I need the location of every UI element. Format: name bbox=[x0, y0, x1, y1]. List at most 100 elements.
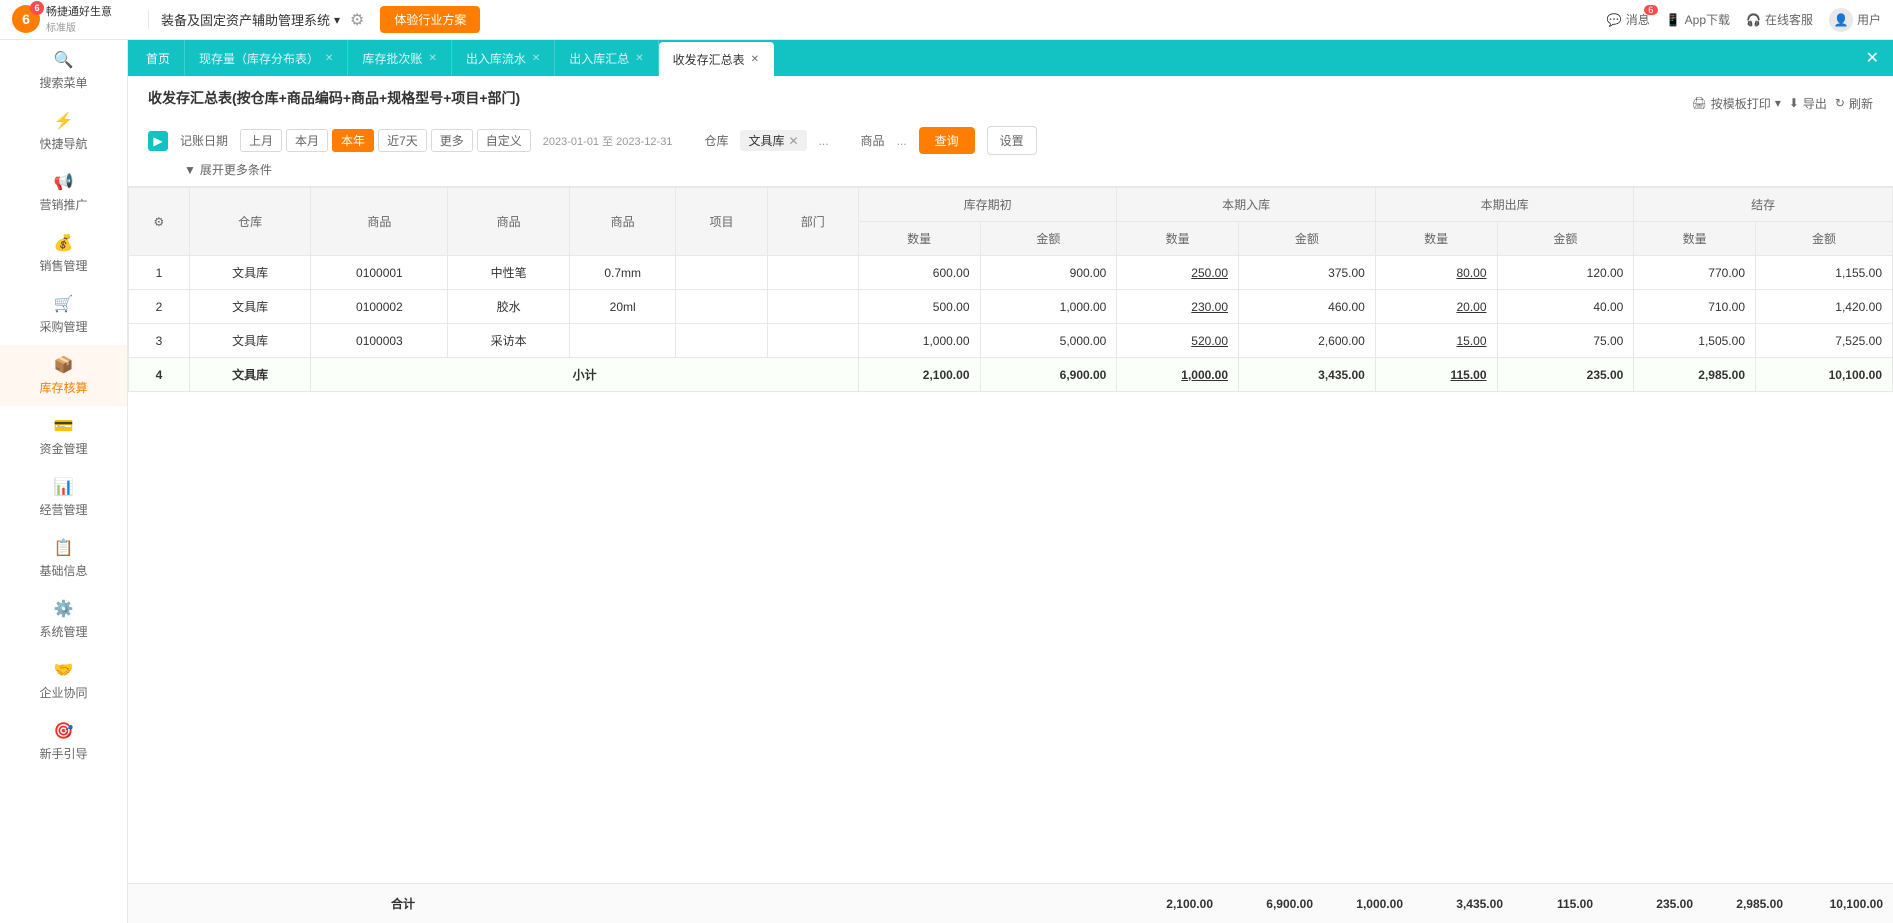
export-icon: ⬇ bbox=[1789, 96, 1799, 110]
expand-more-conditions[interactable]: ▼ 展开更多条件 bbox=[148, 155, 1873, 186]
row1-name: 中性笔 bbox=[448, 256, 570, 290]
settings-icon[interactable]: ⚙ bbox=[350, 10, 364, 30]
col-header-project: 项目 bbox=[676, 188, 767, 256]
sidebar-item-enterprise[interactable]: 🤝 企业协同 bbox=[0, 650, 127, 711]
sidebar-item-system[interactable]: ⚙️ 系统管理 bbox=[0, 589, 127, 650]
row3-seq: 3 bbox=[129, 324, 190, 358]
row3-in-qty[interactable]: 520.00 bbox=[1117, 324, 1239, 358]
top-right: 💬 消息 6 📱 App下载 🎧 在线客服 👤 用户 bbox=[1607, 8, 1881, 32]
table-container: ⚙ 仓库 商品 商品 商品 项目 部门 库存期初 本期入库 本期出库 bbox=[128, 187, 1893, 883]
total-bal-amt: 10,100.00 bbox=[1793, 897, 1893, 911]
table-row: 2 文具库 0100002 胶水 20ml 500.00 1,000.00 23… bbox=[129, 290, 1893, 324]
tab-batch[interactable]: 库存批次账 ✕ bbox=[348, 40, 451, 76]
row3-out-qty[interactable]: 15.00 bbox=[1375, 324, 1497, 358]
expand-filter-button[interactable]: ▶ bbox=[148, 131, 168, 151]
this-month-btn[interactable]: 本月 bbox=[286, 129, 328, 152]
sidebar-item-operations[interactable]: 📊 经营管理 bbox=[0, 467, 127, 528]
col-group-balance: 结存 bbox=[1634, 188, 1893, 222]
col-header-out-qty: 数量 bbox=[1375, 222, 1497, 256]
row1-bal-qty: 770.00 bbox=[1634, 256, 1756, 290]
custom-date-btn[interactable]: 自定义 bbox=[477, 129, 531, 152]
marketing-icon: 📢 bbox=[54, 172, 74, 192]
system-select[interactable]: 装备及固定资产辅助管理系统 ▾ bbox=[140, 10, 340, 29]
sidebar-item-inventory[interactable]: 📦 库存核算 bbox=[0, 345, 127, 406]
sidebar-item-base-info[interactable]: 📋 基础信息 bbox=[0, 528, 127, 589]
subtotal-out-qty[interactable]: 115.00 bbox=[1375, 358, 1497, 392]
col-group-opening: 库存期初 bbox=[858, 188, 1117, 222]
row2-out-qty[interactable]: 20.00 bbox=[1375, 290, 1497, 324]
query-button[interactable]: 查询 bbox=[919, 127, 975, 154]
total-numbers: 2,100.00 6,900.00 1,000.00 3,435.00 115.… bbox=[658, 897, 1893, 911]
row3-project bbox=[676, 324, 767, 358]
headset-icon: 🎧 bbox=[1746, 13, 1761, 27]
row3-bal-qty: 1,505.00 bbox=[1634, 324, 1756, 358]
row2-warehouse: 文具库 bbox=[189, 290, 311, 324]
row3-warehouse: 文具库 bbox=[189, 324, 311, 358]
tab-close-inout-summary[interactable]: ✕ bbox=[635, 53, 643, 64]
row2-project bbox=[676, 290, 767, 324]
tab-inout-summary[interactable]: 出入库汇总 ✕ bbox=[555, 40, 658, 76]
online-service-button[interactable]: 🎧 在线客服 bbox=[1746, 11, 1813, 28]
this-year-btn[interactable]: 本年 bbox=[332, 129, 374, 152]
print-template-button[interactable]: 🖨 按模板打印 ▾ bbox=[1692, 95, 1781, 112]
warehouse-tag: 文具库 ✕ bbox=[740, 130, 806, 151]
more-date-btn[interactable]: 更多 bbox=[431, 129, 473, 152]
close-all-tabs[interactable]: ✕ bbox=[1856, 48, 1889, 68]
app-download-button[interactable]: 📱 App下载 bbox=[1666, 11, 1730, 28]
sidebar-item-purchase[interactable]: 🛒 采购管理 bbox=[0, 284, 127, 345]
tab-close-inventory-dist[interactable]: ✕ bbox=[325, 53, 333, 64]
sidebar-label-inventory: 库存核算 bbox=[39, 379, 87, 396]
sidebar-item-quick-nav[interactable]: ⚡ 快捷导航 bbox=[0, 101, 127, 162]
row2-out-amt: 40.00 bbox=[1497, 290, 1634, 324]
logo-badge: 6 bbox=[30, 1, 44, 15]
sidebar-label-sales: 销售管理 bbox=[39, 257, 87, 274]
sidebar-item-marketing[interactable]: 📢 营销推广 bbox=[0, 162, 127, 223]
column-settings-icon[interactable]: ⚙ bbox=[154, 215, 165, 229]
col-header-spec: 商品 bbox=[569, 188, 675, 256]
row1-open-amt: 900.00 bbox=[980, 256, 1117, 290]
row2-name: 胶水 bbox=[448, 290, 570, 324]
user-button[interactable]: 👤 用户 bbox=[1829, 8, 1881, 32]
subtotal-seq: 4 bbox=[129, 358, 190, 392]
goods-more[interactable]: ... bbox=[897, 134, 907, 148]
warehouse-tag-close[interactable]: ✕ bbox=[788, 134, 798, 148]
row1-in-qty[interactable]: 250.00 bbox=[1117, 256, 1239, 290]
row2-in-amt: 460.00 bbox=[1239, 290, 1376, 324]
guide-icon: 🎯 bbox=[54, 721, 74, 741]
sales-icon: 💰 bbox=[54, 233, 74, 253]
sidebar-item-finance[interactable]: 💳 资金管理 bbox=[0, 406, 127, 467]
sidebar-label-base-info: 基础信息 bbox=[39, 562, 87, 579]
col-header-warehouse: 仓库 bbox=[189, 188, 311, 256]
row3-name: 采访本 bbox=[448, 324, 570, 358]
tab-close-recv-send[interactable]: ✕ bbox=[751, 54, 759, 65]
tab-close-batch[interactable]: ✕ bbox=[428, 53, 436, 64]
tab-inout-flow[interactable]: 出入库流水 ✕ bbox=[452, 40, 555, 76]
finance-icon: 💳 bbox=[54, 416, 74, 436]
message-button[interactable]: 💬 消息 6 bbox=[1607, 11, 1650, 28]
brand-line2: 标准版 bbox=[46, 19, 112, 34]
row3-bal-amt: 7,525.00 bbox=[1756, 324, 1893, 358]
refresh-button[interactable]: ↻ 刷新 bbox=[1835, 95, 1873, 112]
subtotal-label: 小计 bbox=[311, 358, 858, 392]
row1-dept bbox=[767, 256, 858, 290]
tab-recv-send[interactable]: 收发存汇总表 ✕ bbox=[659, 42, 774, 76]
export-button[interactable]: ⬇ 导出 bbox=[1789, 95, 1827, 112]
sidebar-item-search[interactable]: 🔍 搜索菜单 bbox=[0, 40, 127, 101]
sidebar-item-guide[interactable]: 🎯 新手引导 bbox=[0, 711, 127, 772]
row1-out-qty[interactable]: 80.00 bbox=[1375, 256, 1497, 290]
row1-out-amt: 120.00 bbox=[1497, 256, 1634, 290]
tab-close-inout-flow[interactable]: ✕ bbox=[532, 53, 540, 64]
trial-button[interactable]: 体验行业方案 bbox=[380, 6, 480, 33]
sidebar-item-sales[interactable]: 💰 销售管理 bbox=[0, 223, 127, 284]
tab-home[interactable]: 首页 bbox=[132, 40, 185, 76]
settings-button[interactable]: 设置 bbox=[987, 126, 1037, 155]
tab-inventory-dist[interactable]: 现存量（库存分布表） ✕ bbox=[185, 40, 348, 76]
row2-in-qty[interactable]: 230.00 bbox=[1117, 290, 1239, 324]
purchase-icon: 🛒 bbox=[54, 294, 74, 314]
row2-spec: 20ml bbox=[569, 290, 675, 324]
last-month-btn[interactable]: 上月 bbox=[240, 129, 282, 152]
last7days-btn[interactable]: 近7天 bbox=[378, 129, 427, 152]
row3-open-amt: 5,000.00 bbox=[980, 324, 1117, 358]
warehouse-more[interactable]: ... bbox=[819, 134, 829, 148]
subtotal-in-qty[interactable]: 1,000.00 bbox=[1117, 358, 1239, 392]
